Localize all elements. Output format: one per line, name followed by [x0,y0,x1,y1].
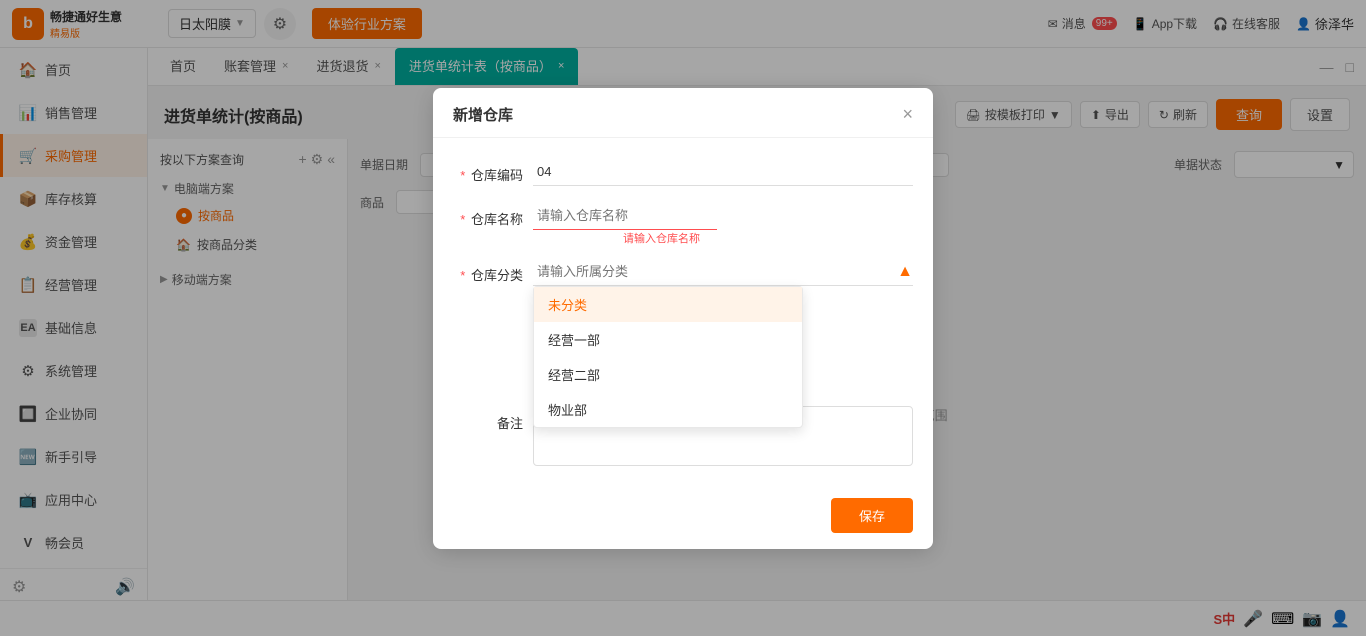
modal-overlay[interactable]: 新增仓库 × * 仓库编码 * 仓库名称 请输入仓库名称 [0,0,1366,636]
dropdown-item-uncategorized[interactable]: 未分类 [534,287,802,322]
name-error-message: 请输入仓库名称 [623,230,700,246]
form-row-name: * 仓库名称 请输入仓库名称 [453,202,913,230]
remark-label: 备注 [453,406,533,432]
warehouse-code-input[interactable] [533,158,913,186]
warehouse-name-input[interactable] [533,202,717,230]
dropdown-item-ops1[interactable]: 经营一部 [534,322,802,357]
category-dropdown-toggle[interactable]: ▲ [897,263,913,281]
code-label: * 仓库编码 [453,158,533,184]
category-select-row: ▲ 未分类 经营一部 经营二部 物业部 [533,258,913,286]
save-button[interactable]: 保存 [831,498,913,533]
category-dropdown: 未分类 经营一部 经营二部 物业部 [533,286,803,428]
dropdown-item-property[interactable]: 物业部 [534,392,802,427]
category-label: * 仓库分类 [453,258,533,284]
name-label: * 仓库名称 [453,202,533,228]
dialog-body: * 仓库编码 * 仓库名称 请输入仓库名称 * [433,138,933,466]
required-mark: * [460,168,465,183]
dialog-title: 新增仓库 [453,104,513,125]
required-mark-name: * [460,212,465,227]
dialog-header: 新增仓库 × [433,88,933,138]
form-row-code: * 仓库编码 [453,158,913,186]
required-mark-category: * [460,268,465,283]
form-row-category: * 仓库分类 ▲ 未分类 经营一部 经营二部 物业部 [453,258,913,286]
dropdown-item-ops2[interactable]: 经营二部 [534,357,802,392]
new-warehouse-dialog: 新增仓库 × * 仓库编码 * 仓库名称 请输入仓库名称 [433,88,933,549]
dialog-close-button[interactable]: × [902,104,913,125]
dialog-footer: 保存 [433,482,933,549]
category-input[interactable] [533,258,913,286]
